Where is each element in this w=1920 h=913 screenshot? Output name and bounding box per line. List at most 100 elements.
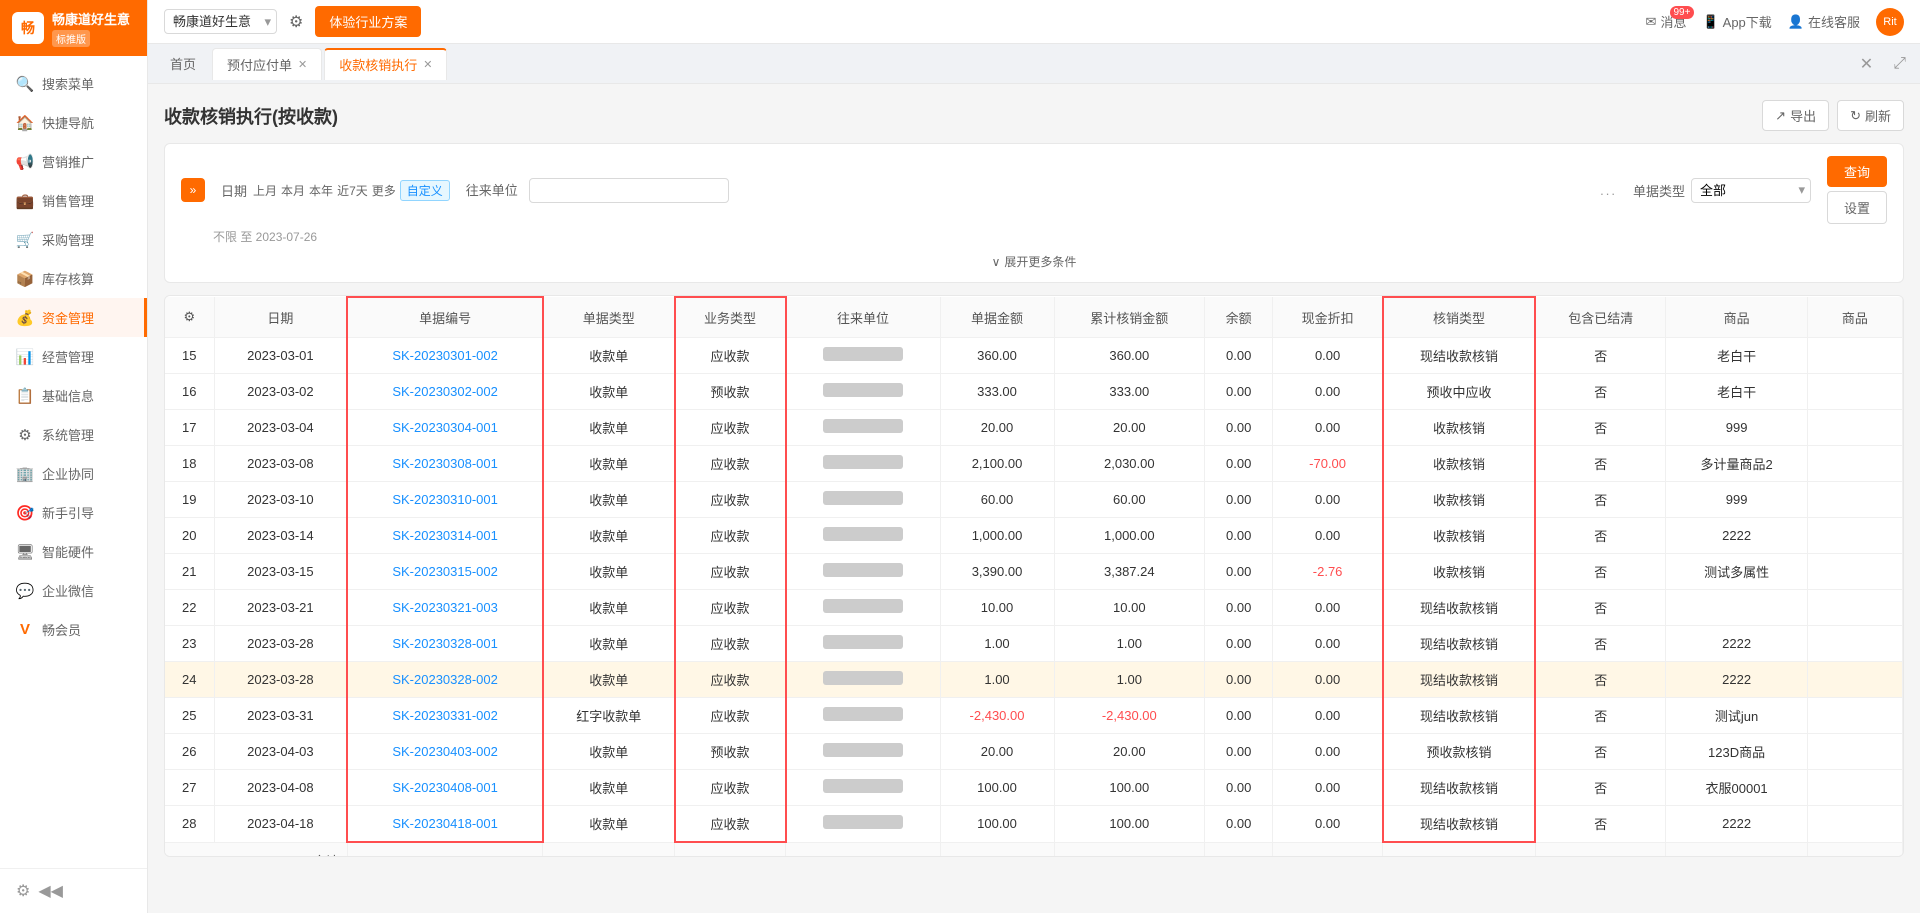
- company-select[interactable]: 畅康道好生意: [164, 9, 277, 34]
- doc-no-link[interactable]: SK-20230403-002: [392, 744, 498, 759]
- sidebar-bottom: ⚙ ◀◀: [0, 868, 147, 913]
- sidebar-item-marketing[interactable]: 📢 营销推广: [0, 142, 147, 181]
- date-this-year[interactable]: 本年: [309, 182, 333, 199]
- td-goods: 2222: [1666, 806, 1807, 843]
- doc-no-link[interactable]: SK-20230418-001: [392, 816, 498, 831]
- doctype-select[interactable]: 全部: [1691, 178, 1811, 203]
- td-biz-type: 应收款: [675, 518, 786, 554]
- collapse-sidebar-icon[interactable]: ◀◀: [38, 881, 63, 901]
- td-partner: [786, 734, 941, 770]
- th-balance: 余额: [1205, 297, 1273, 338]
- doc-no-link[interactable]: SK-20230331-002: [392, 708, 498, 723]
- filter-expand-btn[interactable]: ∨ 展开更多条件: [992, 253, 1077, 270]
- doc-no-link[interactable]: SK-20230301-002: [392, 348, 498, 363]
- doc-no-link[interactable]: SK-20230308-001: [392, 456, 498, 471]
- td-goods: 老白干: [1666, 338, 1807, 374]
- td-cancel-type: 预收中应收: [1383, 374, 1535, 410]
- sidebar-item-vip[interactable]: V 畅会员: [0, 610, 147, 649]
- date-more[interactable]: 更多: [372, 182, 396, 199]
- th-include-settled: 包含已结清: [1535, 297, 1666, 338]
- user-avatar[interactable]: Rit: [1876, 8, 1904, 36]
- table-row: 23 2023-03-28 SK-20230328-001 收款单 应收款 1.…: [165, 626, 1903, 662]
- date-7days[interactable]: 近7天: [337, 182, 368, 199]
- table-scroll[interactable]: ⚙ 日期 单据编号 单据类型 业务类型 往来单位 单据金额 累计核销金额 余额 …: [165, 296, 1903, 856]
- sidebar-item-inventory[interactable]: 📦 库存核算: [0, 259, 147, 298]
- sidebar-item-quick-nav[interactable]: 🏠 快捷导航: [0, 103, 147, 142]
- sidebar-item-operation[interactable]: 📊 经营管理: [0, 337, 147, 376]
- sidebar-item-guide[interactable]: 🎯 新手引导: [0, 493, 147, 532]
- table-row: 21 2023-03-15 SK-20230315-002 收款单 应收款 3,…: [165, 554, 1903, 590]
- sidebar-item-system[interactable]: ⚙ 系统管理: [0, 415, 147, 454]
- doc-no-link[interactable]: SK-20230315-002: [392, 564, 498, 579]
- td-balance: 0.00: [1205, 806, 1273, 843]
- doc-no-link[interactable]: SK-20230328-002: [392, 672, 498, 687]
- td-include-settled: 否: [1535, 482, 1666, 518]
- td-doc-type: 收款单: [543, 446, 675, 482]
- tab-prepay[interactable]: 预付应付单 ✕: [212, 48, 322, 80]
- doc-no-link[interactable]: SK-20230302-002: [392, 384, 498, 399]
- doc-no-link[interactable]: SK-20230314-001: [392, 528, 498, 543]
- td-cancel-type: 收款核销: [1383, 518, 1535, 554]
- doc-no-link[interactable]: SK-20230321-003: [392, 600, 498, 615]
- tab-prepay-close[interactable]: ✕: [298, 58, 307, 71]
- refresh-icon: ↻: [1850, 108, 1861, 124]
- sidebar-item-search[interactable]: 🔍 搜索菜单: [0, 64, 147, 103]
- td-no: 18: [165, 446, 214, 482]
- td-doc-type: 收款单: [543, 662, 675, 698]
- doctype-select-wrap: 全部: [1691, 178, 1811, 203]
- td-partner: [786, 518, 941, 554]
- td-balance: 0.00: [1205, 482, 1273, 518]
- td-cancel-type: 收款核销: [1383, 482, 1535, 518]
- filter-collapse-btn[interactable]: »: [181, 178, 205, 202]
- td-total-amount: 333.00: [1054, 374, 1205, 410]
- td-doc-no: SK-20230310-001: [347, 482, 543, 518]
- doc-no-link[interactable]: SK-20230408-001: [392, 780, 498, 795]
- td-no: 24: [165, 662, 214, 698]
- app-icon: 📱: [1702, 14, 1718, 30]
- sidebar-item-corp[interactable]: 🏢 企业协同: [0, 454, 147, 493]
- message-btn[interactable]: ✉ 消息 99+: [1646, 12, 1687, 31]
- topbar-gear-icon[interactable]: ⚙: [285, 8, 307, 36]
- expand-down-icon: ∨: [992, 255, 1001, 269]
- online-service-btn[interactable]: 👤 在线客服: [1788, 12, 1860, 31]
- tab-collection[interactable]: 收款核销执行 ✕: [324, 48, 447, 80]
- td-goods: 999: [1666, 482, 1807, 518]
- sidebar-item-sales[interactable]: 💼 销售管理: [0, 181, 147, 220]
- settings-bottom-icon[interactable]: ⚙: [16, 881, 30, 901]
- td-goods: 测试jun: [1666, 698, 1807, 734]
- export-btn[interactable]: ↗ 导出: [1762, 100, 1829, 131]
- sum-label: 合计: [165, 842, 347, 856]
- partner-input[interactable]: [529, 178, 729, 203]
- query-btn[interactable]: 查询: [1827, 156, 1887, 187]
- doc-no-link[interactable]: SK-20230304-001: [392, 420, 498, 435]
- td-doc-type: 收款单: [543, 626, 675, 662]
- sidebar-item-wechat[interactable]: 💬 企业微信: [0, 571, 147, 610]
- sidebar-item-basic[interactable]: 📋 基础信息: [0, 376, 147, 415]
- date-last-month[interactable]: 上月: [253, 182, 277, 199]
- date-this-month[interactable]: 本月: [281, 182, 305, 199]
- td-no: 19: [165, 482, 214, 518]
- app-download-btn[interactable]: 📱 App下载: [1702, 12, 1771, 31]
- tab-fullscreen-btn[interactable]: ⤢: [1887, 52, 1912, 76]
- doc-no-link[interactable]: SK-20230310-001: [392, 492, 498, 507]
- td-doc-no: SK-20230403-002: [347, 734, 543, 770]
- td-goods2: [1807, 554, 1902, 590]
- industry-btn[interactable]: 体验行业方案: [315, 6, 421, 37]
- td-balance: 0.00: [1205, 446, 1273, 482]
- tab-collection-close[interactable]: ✕: [423, 58, 432, 71]
- td-date: 2023-03-01: [214, 338, 347, 374]
- sidebar-item-hardware[interactable]: 🖥 智能硬件: [0, 532, 147, 571]
- hardware-icon: 🖥: [16, 543, 34, 561]
- th-goods2: 商品: [1807, 297, 1902, 338]
- tab-home[interactable]: 首页: [156, 48, 210, 80]
- tab-close-all-btn[interactable]: ✕: [1854, 52, 1879, 76]
- date-custom[interactable]: 自定义: [400, 180, 450, 201]
- td-partner: [786, 338, 941, 374]
- td-include-settled: 否: [1535, 734, 1666, 770]
- main-table: ⚙ 日期 单据编号 单据类型 业务类型 往来单位 单据金额 累计核销金额 余额 …: [165, 296, 1903, 856]
- sidebar-item-finance[interactable]: 💰 资金管理: [0, 298, 147, 337]
- setting-btn[interactable]: 设置: [1827, 191, 1887, 224]
- doc-no-link[interactable]: SK-20230328-001: [392, 636, 498, 651]
- refresh-btn[interactable]: ↻ 刷新: [1837, 100, 1904, 131]
- sidebar-item-purchase[interactable]: 🛒 采购管理: [0, 220, 147, 259]
